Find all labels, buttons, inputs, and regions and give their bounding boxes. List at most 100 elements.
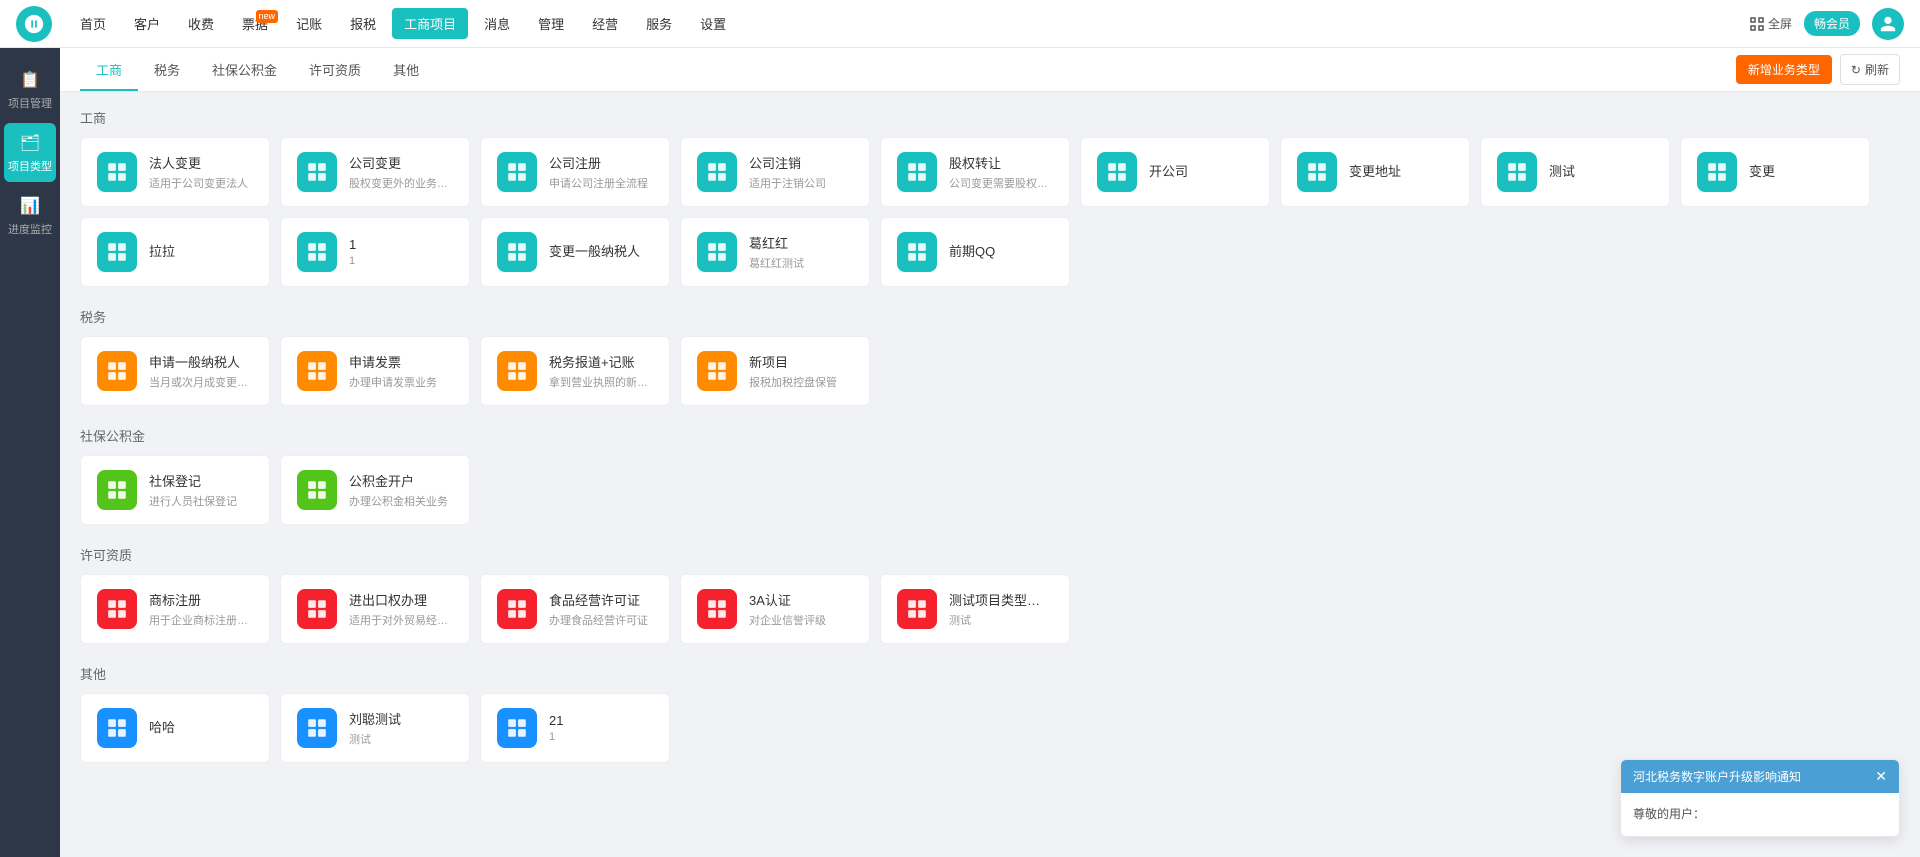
cards-grid: 申请一般纳税人 当月或次月成变更完成 申请发票 办理申请发票业务 (80, 336, 1900, 406)
card-item[interactable]: 股权转让 公司变更需要股权转让 (880, 137, 1070, 207)
card-name: 变更地址 (1349, 161, 1453, 180)
card-info: 前期QQ (949, 241, 1053, 263)
nav-right: 全屏 畅会员 (1750, 8, 1904, 40)
notification-header: 河北税务数字账户升级影响通知 ✕ (1621, 760, 1899, 793)
card-info: 变更 (1749, 161, 1853, 183)
card-svg-icon (106, 717, 128, 739)
nav-item-客户[interactable]: 客户 (122, 8, 172, 39)
card-desc: 适用于对外贸易经营者 (349, 612, 453, 628)
sub-tab-其他[interactable]: 其他 (377, 50, 435, 91)
card-svg-icon (506, 360, 528, 382)
card-name: 商标注册 (149, 590, 253, 609)
sidebar-icon: 📋 (18, 68, 42, 92)
card-icon (297, 232, 337, 272)
cards-grid: 哈哈 刘聪测试 测试 (80, 693, 1900, 763)
card-svg-icon (506, 161, 528, 183)
card-icon (697, 351, 737, 391)
nav-item-收费[interactable]: 收费 (176, 8, 226, 39)
card-item[interactable]: 社保登记 进行人员社保登记 (80, 455, 270, 525)
new-type-button[interactable]: 新增业务类型 (1736, 55, 1832, 84)
card-item[interactable]: 测试 (1480, 137, 1670, 207)
card-icon (1697, 152, 1737, 192)
nav-item-报税[interactable]: 报税 (338, 8, 388, 39)
sub-tab-税务[interactable]: 税务 (138, 50, 196, 91)
sidebar-item-进度监控[interactable]: 📊 进度监控 (4, 186, 56, 245)
card-item[interactable]: 葛红红 葛红红测试 (680, 217, 870, 287)
card-item[interactable]: 公积金开户 办理公积金相关业务 (280, 455, 470, 525)
card-item[interactable]: 变更 (1680, 137, 1870, 207)
sidebar-item-项目管理[interactable]: 📋 项目管理 (4, 60, 56, 119)
sub-tab-社保公积金[interactable]: 社保公积金 (196, 50, 293, 91)
card-icon (97, 232, 137, 272)
card-svg-icon (506, 598, 528, 620)
card-svg-icon (1306, 161, 1328, 183)
cards-grid: 法人变更 适用于公司变更法人 公司变更 股权变更外的业务变更 (80, 137, 1900, 287)
card-item[interactable]: 1 1 (280, 217, 470, 287)
card-desc: 办理公积金相关业务 (349, 493, 453, 509)
card-item[interactable]: 开公司 (1080, 137, 1270, 207)
nav-item-票据[interactable]: 票据new (230, 8, 280, 39)
card-icon (1497, 152, 1537, 192)
card-item[interactable]: 3A认证 对企业信誉评级 (680, 574, 870, 644)
nav-item-管理[interactable]: 管理 (526, 8, 576, 39)
nav-item-服务[interactable]: 服务 (634, 8, 684, 39)
notification-close-button[interactable]: ✕ (1875, 768, 1887, 785)
sidebar-item-项目类型[interactable]: 🗂 项目类型 (4, 123, 56, 182)
card-icon (697, 589, 737, 629)
card-name: 股权转让 (949, 153, 1053, 172)
card-info: 开公司 (1149, 161, 1253, 183)
vip-button[interactable]: 畅会员 (1804, 11, 1860, 36)
card-item[interactable]: 新项目 报税加税控盘保管 (680, 336, 870, 406)
nav-item-首页[interactable]: 首页 (68, 8, 118, 39)
sidebar-label: 项目类型 (8, 158, 52, 174)
logo[interactable] (16, 6, 52, 42)
refresh-icon: ↻ (1851, 63, 1861, 77)
card-svg-icon (1706, 161, 1728, 183)
card-item[interactable]: 税务报道+记账 拿到营业执照的新公司 (480, 336, 670, 406)
nav-item-消息[interactable]: 消息 (472, 8, 522, 39)
card-item[interactable]: 法人变更 适用于公司变更法人 (80, 137, 270, 207)
sidebar-icon: 📊 (18, 194, 42, 218)
card-item[interactable]: 21 1 (480, 693, 670, 763)
card-icon (97, 152, 137, 192)
sidebar: 📋 项目管理 🗂 项目类型 📊 进度监控 (0, 48, 60, 857)
card-item[interactable]: 前期QQ (880, 217, 1070, 287)
card-info: 进出口权办理 适用于对外贸易经营者 (349, 590, 453, 628)
sidebar-icon: 🗂 (18, 131, 42, 155)
card-item[interactable]: 申请发票 办理申请发票业务 (280, 336, 470, 406)
card-info: 股权转让 公司变更需要股权转让 (949, 153, 1053, 191)
section-title: 税务 (80, 307, 1900, 326)
card-item[interactable]: 公司变更 股权变更外的业务变更 (280, 137, 470, 207)
nav-item-记账[interactable]: 记账 (284, 8, 334, 39)
card-info: 新项目 报税加税控盘保管 (749, 352, 853, 390)
refresh-button[interactable]: ↻ 刷新 (1840, 54, 1900, 85)
nav-item-工商项目[interactable]: 工商项目 (392, 8, 468, 39)
sub-tab-工商[interactable]: 工商 (80, 50, 138, 91)
card-name: 法人变更 (149, 153, 253, 172)
nav-item-经营[interactable]: 经营 (580, 8, 630, 39)
nav-items: 首页客户收费票据new记账报税工商项目消息管理经营服务设置 (68, 8, 1750, 39)
card-item[interactable]: 哈哈 (80, 693, 270, 763)
nav-item-设置[interactable]: 设置 (688, 8, 738, 39)
card-svg-icon (306, 241, 328, 263)
notification-content: 尊敬的用户： (1621, 793, 1899, 836)
card-item[interactable]: 进出口权办理 适用于对外贸易经营者 (280, 574, 470, 644)
sub-tab-许可资质[interactable]: 许可资质 (293, 50, 377, 91)
card-item[interactable]: 公司注册 申请公司注册全流程 (480, 137, 670, 207)
card-item[interactable]: 商标注册 用于企业商标注册服务 (80, 574, 270, 644)
card-item[interactable]: 公司注销 适用于注销公司 (680, 137, 870, 207)
card-item[interactable]: 刘聪测试 测试 (280, 693, 470, 763)
card-icon (297, 589, 337, 629)
card-item[interactable]: 变更一般纳税人 (480, 217, 670, 287)
sidebar-label: 进度监控 (8, 221, 52, 237)
card-name: 前期QQ (949, 241, 1053, 260)
fullscreen-btn[interactable]: 全屏 (1750, 15, 1792, 32)
card-item[interactable]: 拉拉 (80, 217, 270, 287)
sidebar-label: 项目管理 (8, 95, 52, 111)
card-item[interactable]: 变更地址 (1280, 137, 1470, 207)
card-name: 税务报道+记账 (549, 352, 653, 371)
card-item[interactable]: 食品经营许可证 办理食品经营许可证 (480, 574, 670, 644)
avatar[interactable] (1872, 8, 1904, 40)
card-item[interactable]: 测试项目类型目定义 测试 (880, 574, 1070, 644)
card-item[interactable]: 申请一般纳税人 当月或次月成变更完成 (80, 336, 270, 406)
